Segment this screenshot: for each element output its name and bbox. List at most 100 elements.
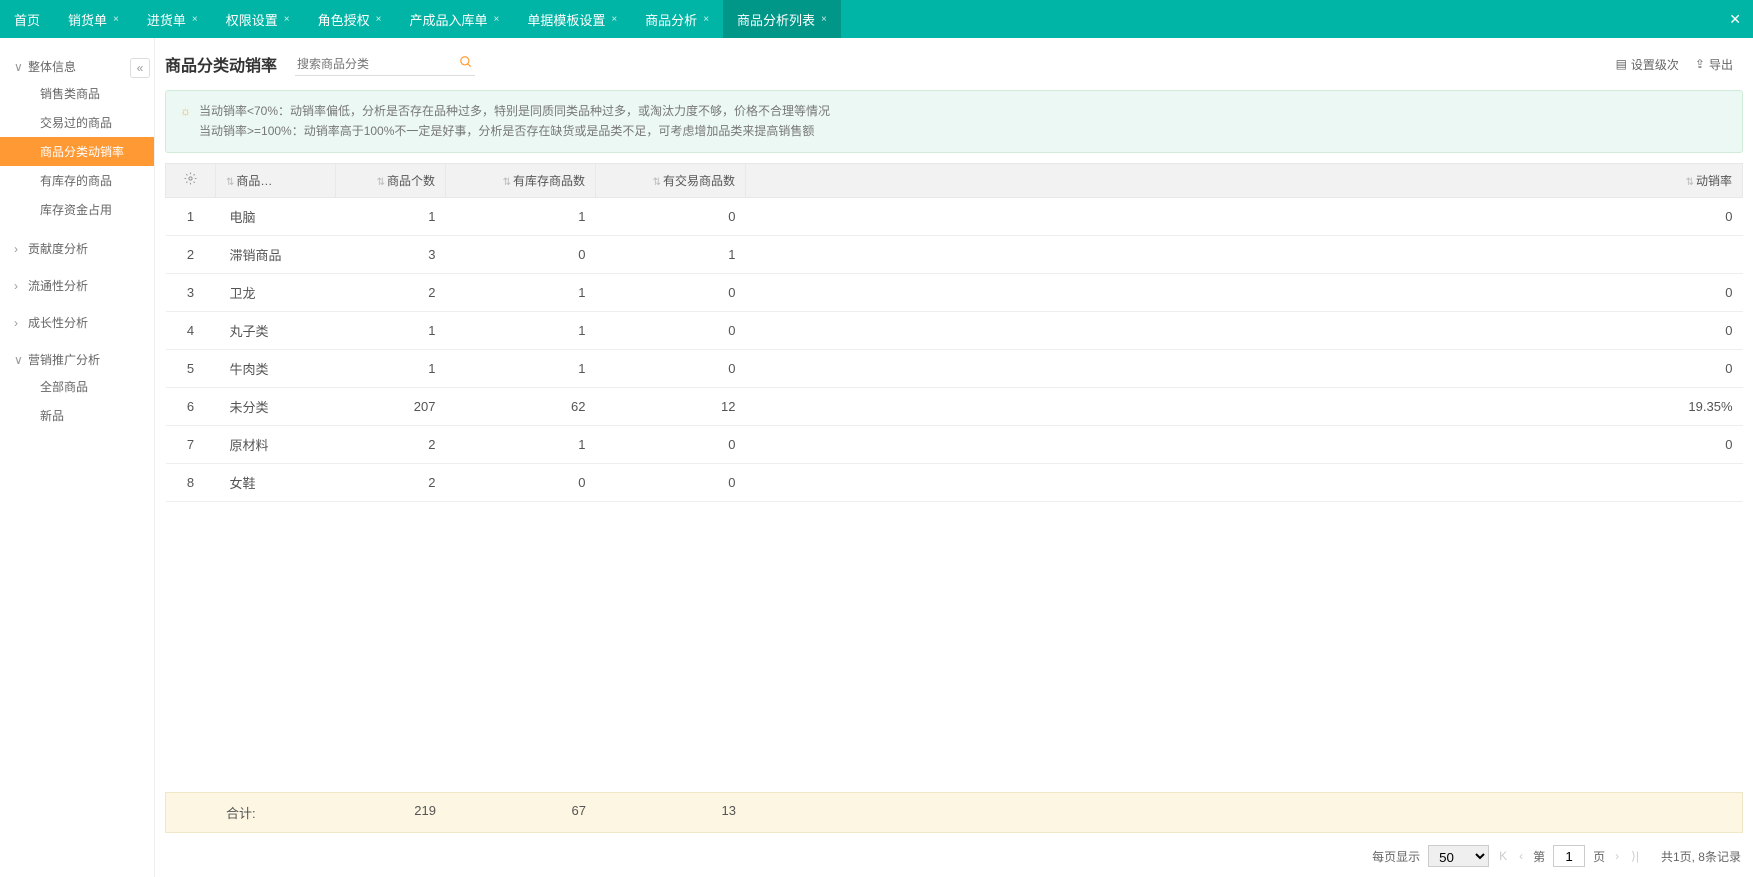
prev-page[interactable]: ‹	[1517, 847, 1525, 865]
sidebar-item[interactable]: 销售类商品	[0, 79, 154, 108]
page-title: 商品分类动销率	[165, 52, 277, 76]
total-trade: 13	[596, 803, 746, 822]
row-index: 6	[166, 387, 216, 425]
sidebar-item[interactable]: 商品分类动销率	[0, 137, 154, 166]
tab[interactable]: 进货单×	[133, 0, 212, 38]
row-trade: 0	[596, 463, 746, 501]
close-icon[interactable]: ×	[493, 14, 499, 25]
col-rate-header[interactable]: ⇅动销率	[746, 163, 1743, 197]
level-icon: ▤	[1616, 57, 1627, 71]
row-trade: 0	[596, 349, 746, 387]
close-icon[interactable]: ×	[821, 14, 827, 25]
sidebar-group[interactable]: ›成长性分析	[0, 310, 154, 335]
row-count: 3	[336, 235, 446, 273]
table-row[interactable]: 8女鞋200	[166, 463, 1743, 501]
row-rate: 0	[746, 425, 1743, 463]
row-index: 8	[166, 463, 216, 501]
row-index: 3	[166, 273, 216, 311]
row-rate	[746, 235, 1743, 273]
tip-line: 当动销率<70%：动销率偏低，分析是否存在品种过多，特别是同质同类品种过多，或淘…	[199, 101, 830, 121]
row-name: 卫龙	[216, 273, 336, 311]
next-page[interactable]: ›	[1613, 847, 1621, 865]
page-suffix: 页	[1593, 848, 1605, 865]
total-stock: 67	[446, 803, 596, 822]
row-trade: 0	[596, 197, 746, 235]
gear-icon	[184, 172, 197, 185]
tab-bar: 首页销货单×进货单×权限设置×角色授权×产成品入库单×单据模板设置×商品分析×商…	[0, 0, 1753, 38]
col-trade-header[interactable]: ⇅有交易商品数	[596, 163, 746, 197]
tab[interactable]: 产成品入库单×	[395, 0, 513, 38]
page-prefix: 第	[1533, 848, 1545, 865]
chevron-icon: ›	[14, 242, 24, 256]
row-stock: 1	[446, 349, 596, 387]
last-page[interactable]: ⟩|	[1629, 847, 1641, 865]
row-stock: 0	[446, 235, 596, 273]
table-row[interactable]: 6未分类207621219.35%	[166, 387, 1743, 425]
row-rate: 19.35%	[746, 387, 1743, 425]
tab[interactable]: 角色授权×	[304, 0, 396, 38]
export-icon: ⇪	[1695, 57, 1705, 71]
sidebar-item[interactable]: 有库存的商品	[0, 166, 154, 195]
set-level-button[interactable]: ▤ 设置级次	[1616, 56, 1679, 73]
row-name: 女鞋	[216, 463, 336, 501]
tab[interactable]: 单据模板设置×	[513, 0, 631, 38]
sidebar-group[interactable]: ›流通性分析	[0, 273, 154, 298]
search-icon[interactable]	[459, 55, 473, 72]
row-name: 未分类	[216, 387, 336, 425]
search-input[interactable]	[295, 53, 475, 76]
row-stock: 62	[446, 387, 596, 425]
sidebar-item[interactable]: 全部商品	[0, 372, 154, 401]
close-icon[interactable]: ×	[113, 14, 119, 25]
tab[interactable]: 首页	[0, 0, 54, 38]
pager: 每页显示 50 K ‹ 第 页 › ⟩| 共1页, 8条记录	[155, 839, 1753, 877]
table-row[interactable]: 1电脑1100	[166, 197, 1743, 235]
chevron-icon: ›	[14, 279, 24, 293]
total-count: 219	[336, 803, 446, 822]
close-icon[interactable]: ×	[192, 14, 198, 25]
per-page-select[interactable]: 50	[1428, 845, 1489, 867]
row-count: 1	[336, 197, 446, 235]
sidebar-group[interactable]: ›贡献度分析	[0, 236, 154, 261]
row-index: 7	[166, 425, 216, 463]
col-stock-header[interactable]: ⇅有库存商品数	[446, 163, 596, 197]
row-stock: 1	[446, 311, 596, 349]
per-page-label: 每页显示	[1372, 848, 1420, 865]
sidebar: ∨整体信息销售类商品交易过的商品商品分类动销率有库存的商品库存资金占用›贡献度分…	[0, 38, 155, 877]
close-icon[interactable]: ×	[703, 14, 709, 25]
table-row[interactable]: 7原材料2100	[166, 425, 1743, 463]
row-name: 滞销商品	[216, 235, 336, 273]
export-button[interactable]: ⇪ 导出	[1695, 56, 1733, 73]
row-stock: 0	[446, 463, 596, 501]
tab[interactable]: 权限设置×	[212, 0, 304, 38]
close-icon[interactable]: ×	[284, 14, 290, 25]
row-name: 原材料	[216, 425, 336, 463]
row-count: 2	[336, 273, 446, 311]
table-row[interactable]: 5牛肉类1100	[166, 349, 1743, 387]
sidebar-item[interactable]: 交易过的商品	[0, 108, 154, 137]
first-page[interactable]: K	[1497, 847, 1509, 865]
table-row[interactable]: 3卫龙2100	[166, 273, 1743, 311]
col-name-header[interactable]: ⇅商品…	[216, 163, 336, 197]
tab[interactable]: 商品分析×	[631, 0, 723, 38]
sidebar-item[interactable]: 库存资金占用	[0, 195, 154, 224]
total-label: 合计:	[216, 803, 336, 822]
close-icon[interactable]: ×	[376, 14, 382, 25]
close-icon[interactable]: ×	[611, 14, 617, 25]
chevron-icon: ∨	[14, 353, 24, 367]
page-input[interactable]	[1553, 845, 1585, 867]
row-count: 2	[336, 425, 446, 463]
col-count-header[interactable]: ⇅商品个数	[336, 163, 446, 197]
row-trade: 12	[596, 387, 746, 425]
collapse-sidebar[interactable]: «	[130, 58, 150, 78]
tab[interactable]: 销货单×	[54, 0, 133, 38]
close-all-tabs[interactable]: ✕	[1729, 11, 1741, 28]
tab[interactable]: 商品分析列表×	[723, 0, 841, 38]
row-index: 5	[166, 349, 216, 387]
row-rate: 0	[746, 273, 1743, 311]
table-row[interactable]: 2滞销商品301	[166, 235, 1743, 273]
sidebar-item[interactable]: 新品	[0, 401, 154, 430]
sidebar-group[interactable]: ∨营销推广分析	[0, 347, 154, 372]
row-rate: 0	[746, 197, 1743, 235]
settings-column[interactable]	[166, 163, 216, 197]
table-row[interactable]: 4丸子类1100	[166, 311, 1743, 349]
